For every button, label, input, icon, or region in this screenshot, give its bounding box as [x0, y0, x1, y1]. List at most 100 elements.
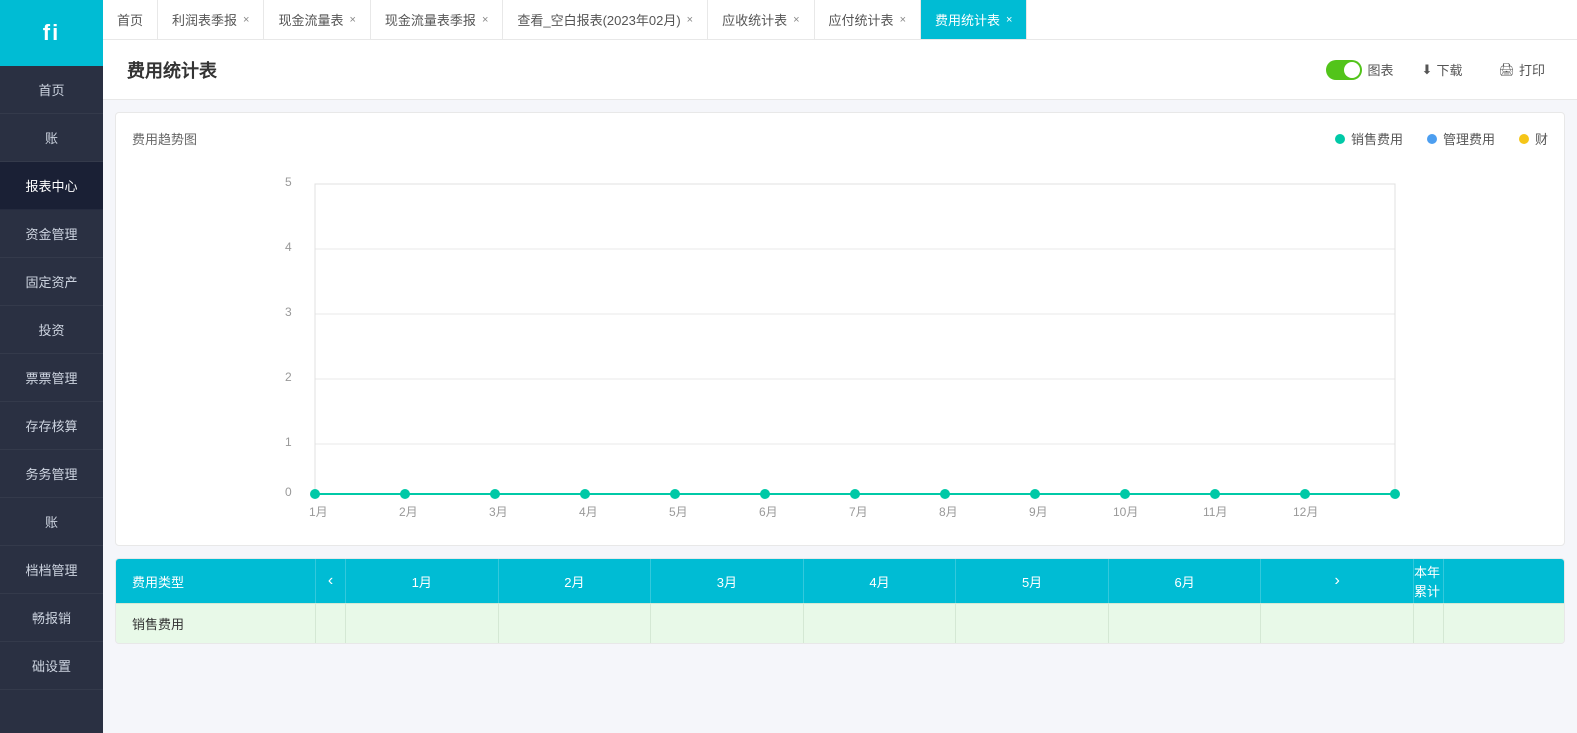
svg-text:2: 2: [285, 370, 292, 384]
table-row: 销售费用: [116, 603, 1564, 643]
tab-close-receivable[interactable]: ×: [793, 14, 799, 26]
svg-text:5: 5: [285, 175, 292, 189]
tab-close-cashflow-quarterly[interactable]: ×: [482, 14, 488, 26]
col-expense-type: 费用类型: [116, 559, 316, 603]
svg-text:4: 4: [285, 240, 292, 254]
download-label: 下载: [1436, 60, 1462, 79]
cell-m2: [499, 604, 652, 643]
tab-home[interactable]: 首页: [103, 0, 158, 40]
legend-sales: 销售费用: [1335, 129, 1403, 148]
chart-toggle[interactable]: [1326, 60, 1362, 80]
tab-close-profit-quarterly[interactable]: ×: [243, 14, 249, 26]
legend-dot-sales: [1335, 134, 1345, 144]
svg-text:8月: 8月: [939, 505, 958, 519]
page-content: 费用统计表 图表 ⬇ 下载 🖨 打印 费用趋势图: [103, 40, 1577, 733]
sidebar-item-fund-management[interactable]: 资金管理: [0, 210, 103, 258]
sidebar-logo: fi: [0, 0, 103, 66]
sidebar-item-account[interactable]: 账: [0, 114, 103, 162]
sidebar-item-home[interactable]: 首页: [0, 66, 103, 114]
cell-m4: [804, 604, 957, 643]
legend-label-finance: 财: [1535, 129, 1548, 148]
tab-receivable[interactable]: 应收统计表 ×: [708, 0, 814, 40]
svg-text:1: 1: [285, 435, 292, 449]
legend-management: 管理费用: [1427, 129, 1495, 148]
sidebar-item-sub-account[interactable]: 账: [0, 498, 103, 546]
cell-expense-type: 销售费用: [116, 604, 316, 643]
tab-close-blank-report[interactable]: ×: [687, 14, 693, 26]
cell-m5: [956, 604, 1109, 643]
page-header: 费用统计表 图表 ⬇ 下载 🖨 打印: [103, 40, 1577, 100]
page-title: 费用统计表: [127, 57, 217, 83]
sidebar-item-archive-management[interactable]: 档档管理: [0, 546, 103, 594]
svg-text:10月: 10月: [1113, 505, 1138, 519]
table-header: 费用类型 ‹ 1月 2月 3月 4月 5月 6月 › 本年累计: [116, 559, 1564, 603]
cell-nav-left: [316, 604, 346, 643]
cell-m3: [651, 604, 804, 643]
print-icon: 🖨: [1498, 62, 1515, 78]
cell-m6: [1109, 604, 1262, 643]
sidebar-item-affairs-management[interactable]: 务务管理: [0, 450, 103, 498]
sidebar-item-report-center[interactable]: 报表中心: [0, 162, 103, 210]
sidebar-item-smooth-writeoff[interactable]: 畅报销: [0, 594, 103, 642]
col-month6: 6月: [1109, 559, 1262, 603]
col-month1: 1月: [346, 559, 499, 603]
col-next-nav[interactable]: ›: [1261, 559, 1414, 603]
tab-close-payable[interactable]: ×: [900, 14, 906, 26]
sidebar-item-ticket-management[interactable]: 票票管理: [0, 354, 103, 402]
chart-svg: 5 4 3 2 1 0: [132, 156, 1548, 526]
svg-text:1月: 1月: [309, 505, 328, 519]
main-content: 首页 利润表季报 × 现金流量表 × 现金流量表季报 × 查看_空白报表(202…: [103, 0, 1577, 733]
col-prev-nav[interactable]: ‹: [316, 559, 346, 603]
chart-toggle-label: 图表: [1326, 60, 1394, 80]
tab-bar: 首页 利润表季报 × 现金流量表 × 现金流量表季报 × 查看_空白报表(202…: [103, 0, 1577, 40]
svg-text:2月: 2月: [399, 505, 418, 519]
svg-text:5月: 5月: [669, 505, 688, 519]
print-button[interactable]: 🖨 打印: [1490, 56, 1553, 83]
sidebar: fi 首页 账 报表中心 资金管理 固定资产 投资 票票管理 存存核算 务务管理…: [0, 0, 103, 733]
print-label: 打印: [1519, 60, 1545, 79]
download-icon: ⬇: [1422, 62, 1433, 78]
sidebar-item-basic-settings[interactable]: 础设置: [0, 642, 103, 690]
tab-blank-report[interactable]: 查看_空白报表(2023年02月) ×: [503, 0, 708, 40]
svg-text:3月: 3月: [489, 505, 508, 519]
tab-cashflow-quarterly[interactable]: 现金流量表季报 ×: [371, 0, 503, 40]
header-actions: 图表 ⬇ 下载 🖨 打印: [1326, 56, 1553, 83]
col-month3: 3月: [651, 559, 804, 603]
col-month4: 4月: [804, 559, 957, 603]
legend-label-management: 管理费用: [1443, 129, 1495, 148]
legend-dot-management: [1427, 134, 1437, 144]
svg-text:7月: 7月: [849, 505, 868, 519]
expense-table: 费用类型 ‹ 1月 2月 3月 4月 5月 6月 › 本年累计 销售费用: [115, 558, 1565, 644]
tab-expense-stats[interactable]: 费用统计表 ×: [921, 0, 1027, 40]
download-button[interactable]: ⬇ 下载: [1414, 56, 1471, 83]
col-ytd: 本年累计: [1414, 559, 1444, 603]
chart-title: 费用趋势图: [132, 129, 197, 148]
sidebar-item-investment[interactable]: 投资: [0, 306, 103, 354]
svg-text:3: 3: [285, 305, 292, 319]
line-chart: 5 4 3 2 1 0: [132, 156, 1548, 529]
tab-profit-quarterly[interactable]: 利润表季报 ×: [158, 0, 264, 40]
cell-ytd: [1414, 604, 1444, 643]
tab-close-expense-stats[interactable]: ×: [1006, 14, 1012, 26]
svg-text:11月: 11月: [1203, 505, 1227, 519]
col-month2: 2月: [499, 559, 652, 603]
sidebar-item-inventory[interactable]: 存存核算: [0, 402, 103, 450]
legend-label-sales: 销售费用: [1351, 129, 1403, 148]
chart-toggle-text: 图表: [1368, 60, 1394, 79]
cell-m1: [346, 604, 499, 643]
svg-text:12月: 12月: [1293, 505, 1318, 519]
tab-close-cashflow[interactable]: ×: [349, 14, 355, 26]
tab-payable[interactable]: 应付统计表 ×: [815, 0, 921, 40]
svg-text:6月: 6月: [759, 505, 778, 519]
chart-section: 费用趋势图 销售费用 管理费用 财: [115, 112, 1565, 546]
svg-text:0: 0: [285, 485, 292, 499]
col-month5: 5月: [956, 559, 1109, 603]
svg-text:9月: 9月: [1029, 505, 1048, 519]
legend-finance: 财: [1519, 129, 1548, 148]
tab-cashflow[interactable]: 现金流量表 ×: [264, 0, 370, 40]
chart-legend: 销售费用 管理费用 财: [1335, 129, 1548, 148]
svg-text:4月: 4月: [579, 505, 598, 519]
sidebar-item-fixed-assets[interactable]: 固定资产: [0, 258, 103, 306]
legend-dot-finance: [1519, 134, 1529, 144]
cell-nav-right: [1261, 604, 1414, 643]
